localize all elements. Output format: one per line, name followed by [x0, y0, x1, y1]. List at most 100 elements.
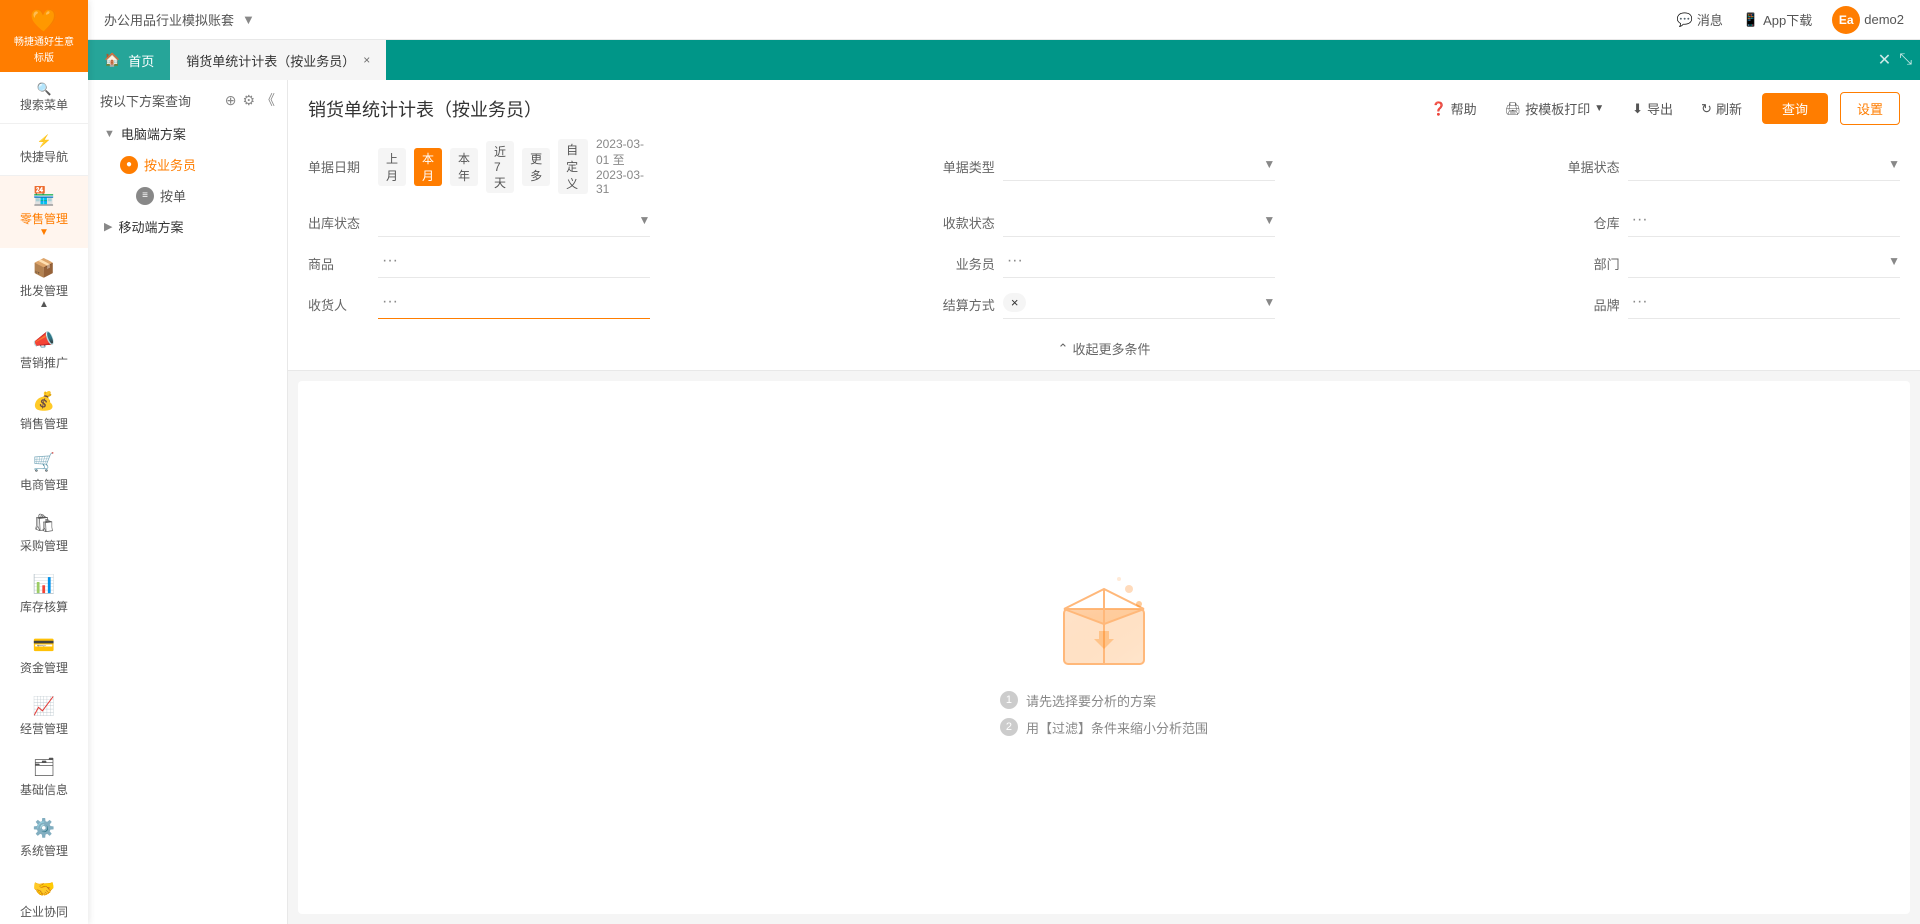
- out-status-label: 出库状态: [308, 213, 378, 232]
- finance-icon: 💳: [33, 635, 55, 656]
- user-avatar-btn[interactable]: Ea demo2: [1832, 6, 1904, 34]
- sidebar-item-marketing[interactable]: 📣 营销推广: [0, 320, 88, 381]
- tree-salesman[interactable]: ● 按业务员: [88, 149, 287, 180]
- settings-btn[interactable]: 设置: [1840, 92, 1900, 125]
- sidebar-item-purchase[interactable]: 🛍 采购管理: [0, 503, 88, 564]
- export-btn[interactable]: ⬇ 导出: [1624, 95, 1681, 122]
- topbar-dropdown-icon[interactable]: ▼: [242, 12, 255, 27]
- sidebar-search[interactable]: 🔍 搜索菜单: [0, 72, 88, 124]
- sidebar-item-operations[interactable]: 📈 经营管理: [0, 686, 88, 747]
- hint-num-2: 2: [1000, 718, 1018, 736]
- receipt-status-label: 收款状态: [923, 213, 1003, 232]
- sidebar-item-wholesale[interactable]: 📦 批发管理 ▲: [0, 248, 88, 320]
- help-btn[interactable]: ❓ 帮助: [1422, 95, 1484, 122]
- tab-minimize-icon[interactable]: ✕: [1878, 50, 1891, 70]
- out-status-chevron: ▼: [639, 213, 651, 227]
- doc-type-control: ▼: [1003, 152, 1275, 181]
- receiver-select[interactable]: ···: [378, 290, 650, 314]
- sidebar-item-enterprise[interactable]: 🤝 企业协同: [0, 869, 88, 924]
- sidebar-item-wholesale-label: 批发管理: [20, 282, 68, 299]
- filter-row-3: 商品 ··· 业务员 ···: [308, 249, 1900, 278]
- goods-select[interactable]: ···: [378, 249, 650, 273]
- payment-select[interactable]: × ▼: [1003, 290, 1275, 314]
- export-label: 导出: [1647, 99, 1673, 118]
- goods-control: ···: [378, 249, 650, 278]
- print-dropdown-icon: ▼: [1594, 103, 1604, 114]
- page-header-actions: ❓ 帮助 🖨 按模板打印 ▼ ⬇ 导出 ↻: [1422, 92, 1900, 125]
- sidebar-item-finance[interactable]: 💳 资金管理: [0, 625, 88, 686]
- topbar-right: 💬 消息 📱 App下载 Ea demo2: [1677, 6, 1904, 34]
- tab-home[interactable]: 🏠 首页: [88, 40, 170, 80]
- tab-close-btn[interactable]: ×: [363, 53, 370, 67]
- doc-type-select[interactable]: ▼: [1003, 152, 1275, 176]
- date-tag-this-year[interactable]: 本年: [450, 148, 478, 186]
- hint-text-1: 请先选择要分析的方案: [1026, 691, 1156, 710]
- receipt-status-select[interactable]: ▼: [1003, 208, 1275, 232]
- tab-sales-stat[interactable]: 销货单统计计表（按业务员） ×: [170, 40, 386, 80]
- sidebar-item-inventory[interactable]: 📊 库存核算: [0, 564, 88, 625]
- tab-home-label: 首页: [128, 51, 154, 70]
- app-download-btn[interactable]: 📱 App下载: [1743, 10, 1812, 29]
- doc-type-chevron: ▼: [1263, 157, 1275, 171]
- tabs-bar: 🏠 首页 销货单统计计表（按业务员） × ✕ ⤡: [88, 40, 1920, 80]
- sidebar-item-operations-label: 经营管理: [20, 720, 68, 737]
- sidebar-item-system[interactable]: ⚙️ 系统管理: [0, 808, 88, 869]
- tree-desktop-group[interactable]: ▼ 电脑端方案: [88, 118, 287, 149]
- collapse-row[interactable]: ⌃ 收起更多条件: [308, 331, 1900, 370]
- sidebar-item-ecommerce-label: 电商管理: [20, 476, 68, 493]
- sidebar-item-sales[interactable]: 💰 销售管理: [0, 381, 88, 442]
- goods-label: 商品: [308, 254, 378, 273]
- dept-select[interactable]: ▼: [1628, 249, 1900, 273]
- order-badge-icon: ≡: [142, 190, 148, 201]
- panel-collapse-icon[interactable]: 《: [261, 90, 275, 110]
- page-header-top: 销货单统计计表（按业务员） ❓ 帮助 🖨 按模板打印 ▼ ⬇: [308, 92, 1900, 125]
- sidebar-item-retail[interactable]: 🏪 零售管理 ▼: [0, 176, 88, 248]
- empty-hints: 1 请先选择要分析的方案 2 用【过滤】条件来缩小分析范围: [1000, 691, 1208, 737]
- panel-add-icon[interactable]: ⊕: [225, 92, 237, 109]
- brand-dots: ···: [1628, 293, 1652, 311]
- date-tag-this-month[interactable]: 本月: [414, 148, 442, 186]
- empty-hint-2: 2 用【过滤】条件来缩小分析范围: [1000, 718, 1208, 737]
- out-status-select[interactable]: ▼: [378, 208, 650, 232]
- salesman-badge: ●: [120, 156, 138, 174]
- sidebar-nav[interactable]: ⚡ 快捷导航: [0, 124, 88, 176]
- nav-icon: ⚡: [37, 134, 52, 148]
- print-btn[interactable]: 🖨 按模板打印 ▼: [1497, 95, 1612, 122]
- warehouse-select[interactable]: ···: [1628, 208, 1900, 232]
- sidebar-item-basic[interactable]: 🗂 基础信息: [0, 747, 88, 808]
- brand-select[interactable]: ···: [1628, 290, 1900, 314]
- inventory-icon: 📊: [33, 574, 55, 595]
- sales-icon: 💰: [33, 391, 55, 412]
- refresh-btn[interactable]: ↻ 刷新: [1693, 95, 1750, 122]
- salesman-select[interactable]: ···: [1003, 249, 1275, 273]
- tab-maximize-icon[interactable]: ⤡: [1899, 51, 1912, 69]
- collapse-label: 收起更多条件: [1072, 339, 1150, 358]
- goods-dots: ···: [378, 252, 402, 270]
- date-tag-more[interactable]: 更多: [522, 148, 550, 186]
- doc-status-select[interactable]: ▼: [1628, 152, 1900, 176]
- panel-header: 按以下方案查询 ⊕ ⚙ 《: [88, 90, 287, 118]
- tree-mobile-group[interactable]: ▶ 移动端方案: [88, 211, 287, 242]
- app-download-label: App下载: [1763, 10, 1812, 29]
- page-title: 销货单统计计表（按业务员）: [308, 96, 542, 122]
- ecommerce-icon: 🛒: [33, 452, 55, 473]
- refresh-icon: ↻: [1701, 101, 1712, 117]
- tree-by-order[interactable]: ≡ 按单: [88, 180, 287, 211]
- filter-row-1: 单据日期 上月 本月 本年 近7天 更多 自定义 2023-03-01 至 20…: [308, 137, 1900, 196]
- date-range-display: 2023-03-01 至 2023-03-31: [596, 137, 650, 196]
- phone-icon: 📱: [1743, 12, 1759, 28]
- date-tag-last-month[interactable]: 上月: [378, 148, 406, 186]
- messages-btn[interactable]: 💬 消息: [1677, 10, 1723, 29]
- payment-tag-close[interactable]: ×: [1011, 295, 1019, 310]
- order-badge: ≡: [136, 187, 154, 205]
- date-tag-custom[interactable]: 自定义: [558, 139, 588, 194]
- logo-sub: 标版: [34, 49, 54, 64]
- sidebar-item-ecommerce[interactable]: 🛒 电商管理: [0, 442, 88, 503]
- out-status-control: ▼: [378, 208, 650, 237]
- date-tag-7days[interactable]: 近7天: [486, 141, 514, 193]
- brand-label: 品牌: [1548, 295, 1628, 314]
- panel-settings-icon[interactable]: ⚙: [242, 92, 255, 109]
- query-btn[interactable]: 查询: [1762, 93, 1828, 124]
- filter-row-4: 收货人 ··· 结算方式 ×: [308, 290, 1900, 319]
- enterprise-icon: 🤝: [33, 879, 55, 900]
